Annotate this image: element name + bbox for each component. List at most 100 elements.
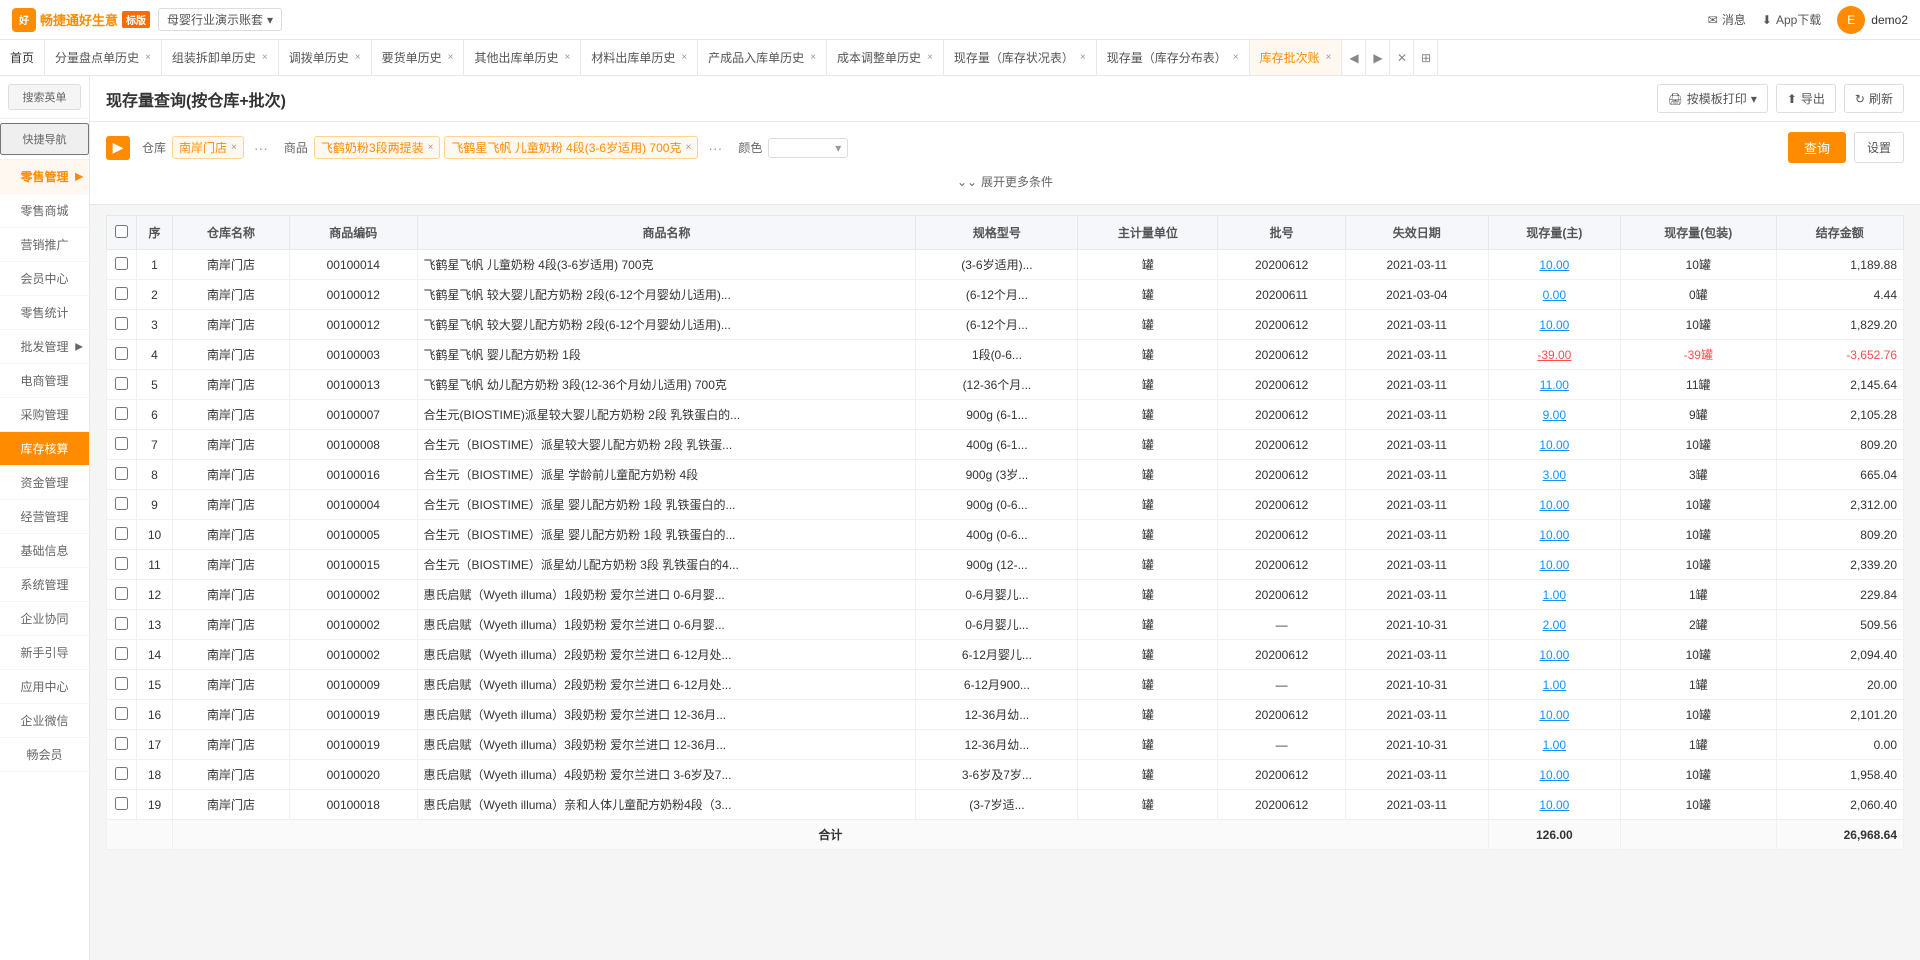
row-checkbox[interactable] (107, 460, 137, 490)
industry-select[interactable]: 母婴行业演示账套 ▾ (158, 8, 282, 31)
row-select-checkbox[interactable] (115, 707, 128, 720)
tab-close-icon[interactable]: × (448, 52, 454, 63)
row-checkbox[interactable] (107, 340, 137, 370)
row-select-checkbox[interactable] (115, 317, 128, 330)
settings-button[interactable]: 设置 (1854, 132, 1904, 163)
row-checkbox[interactable] (107, 250, 137, 280)
print-button[interactable]: 🖨 按模板打印 ▾ (1657, 84, 1768, 113)
sidebar-item-wholesale-mgmt[interactable]: 批发管理 ▶ (0, 330, 89, 364)
export-button[interactable]: ⬆ 导出 (1776, 84, 1836, 113)
tab-close-icon[interactable]: × (1080, 52, 1086, 63)
remove-product-icon[interactable]: × (428, 142, 434, 153)
row-stock-main[interactable]: 10.00 (1488, 520, 1620, 550)
row-select-checkbox[interactable] (115, 407, 128, 420)
sidebar-item-basic-info[interactable]: 基础信息 (0, 534, 89, 568)
sidebar-item-newbie-guide[interactable]: 新手引导 (0, 636, 89, 670)
row-stock-main[interactable]: 10.00 (1488, 430, 1620, 460)
filter-expand-button[interactable]: ▶ (106, 136, 130, 160)
row-stock-main[interactable]: 10.00 (1488, 490, 1620, 520)
row-checkbox[interactable] (107, 550, 137, 580)
row-select-checkbox[interactable] (115, 347, 128, 360)
row-stock-main[interactable]: 10.00 (1488, 550, 1620, 580)
row-select-checkbox[interactable] (115, 497, 128, 510)
row-stock-main[interactable]: 2.00 (1488, 610, 1620, 640)
tab-1[interactable]: 分量盘点单历史 × (45, 40, 162, 76)
row-checkbox[interactable] (107, 520, 137, 550)
row-checkbox[interactable] (107, 790, 137, 820)
sidebar-item-ecommerce[interactable]: 电商管理 (0, 364, 89, 398)
row-select-checkbox[interactable] (115, 767, 128, 780)
sidebar-item-purchase-mgmt[interactable]: 采购管理 (0, 398, 89, 432)
tab-close-icon[interactable]: × (145, 52, 151, 63)
tab-close-icon[interactable]: × (1326, 52, 1332, 63)
tab-close-icon[interactable]: × (262, 52, 268, 63)
expand-conditions-button[interactable]: ⌄⌄ 展开更多条件 (106, 169, 1904, 194)
row-stock-main[interactable]: 1.00 (1488, 670, 1620, 700)
quick-nav-button[interactable]: 快捷导航 (0, 123, 89, 155)
sidebar-item-marketing[interactable]: 营销推广 (0, 228, 89, 262)
sidebar-item-vip-member[interactable]: 畅会员 (0, 738, 89, 772)
tab-4[interactable]: 要货单历史 × (372, 40, 465, 76)
sidebar-item-system-mgmt[interactable]: 系统管理 (0, 568, 89, 602)
download-action[interactable]: ⬇ App下载 (1762, 11, 1821, 28)
sidebar-item-app-center[interactable]: 应用中心 (0, 670, 89, 704)
tab-next-btn[interactable]: ▶ (1366, 40, 1390, 76)
tab-close-icon[interactable]: × (1233, 52, 1239, 63)
refresh-button[interactable]: ↻ 刷新 (1844, 84, 1904, 113)
row-select-checkbox[interactable] (115, 467, 128, 480)
row-checkbox[interactable] (107, 610, 137, 640)
sidebar-item-operations[interactable]: 经营管理 (0, 500, 89, 534)
product-more-button[interactable]: ··· (704, 140, 726, 156)
row-stock-main[interactable]: 10.00 (1488, 700, 1620, 730)
tab-close-icon[interactable]: × (564, 52, 570, 63)
row-select-checkbox[interactable] (115, 647, 128, 660)
tab-8[interactable]: 成本调整单历史 × (827, 40, 944, 76)
sidebar-item-member-center[interactable]: 会员中心 (0, 262, 89, 296)
row-checkbox[interactable] (107, 490, 137, 520)
row-stock-main[interactable]: 10.00 (1488, 640, 1620, 670)
warehouse-more-button[interactable]: ··· (250, 140, 272, 156)
sidebar-item-retail-mall[interactable]: 零售商城 (0, 194, 89, 228)
row-stock-main[interactable]: 1.00 (1488, 730, 1620, 760)
row-checkbox[interactable] (107, 700, 137, 730)
row-checkbox[interactable] (107, 760, 137, 790)
row-checkbox[interactable] (107, 580, 137, 610)
tab-close-icon[interactable]: × (355, 52, 361, 63)
tab-11[interactable]: 库存批次账 × (1250, 40, 1343, 76)
row-checkbox[interactable] (107, 670, 137, 700)
tab-6[interactable]: 材料出库单历史 × (581, 40, 698, 76)
row-checkbox[interactable] (107, 400, 137, 430)
sidebar-item-retail-stats[interactable]: 零售统计 (0, 296, 89, 330)
row-stock-main[interactable]: 10.00 (1488, 250, 1620, 280)
row-select-checkbox[interactable] (115, 677, 128, 690)
tab-close-all-btn[interactable]: ✕ (1390, 40, 1414, 76)
tab-close-icon[interactable]: × (681, 52, 687, 63)
user-info[interactable]: E demo2 (1837, 6, 1908, 34)
remove-product-icon[interactable]: × (685, 142, 691, 153)
search-single-button[interactable]: 搜索英单 (8, 84, 81, 110)
row-stock-main[interactable]: 9.00 (1488, 400, 1620, 430)
message-action[interactable]: ✉ 消息 (1708, 11, 1746, 28)
row-select-checkbox[interactable] (115, 377, 128, 390)
row-select-checkbox[interactable] (115, 617, 128, 630)
tab-close-icon[interactable]: × (927, 52, 933, 63)
sidebar-item-retail-mgmt[interactable]: 零售管理 ▶ (0, 160, 89, 194)
query-button[interactable]: 查询 (1788, 132, 1846, 163)
row-select-checkbox[interactable] (115, 527, 128, 540)
row-stock-main[interactable]: 10.00 (1488, 760, 1620, 790)
sidebar-item-finance[interactable]: 资金管理 (0, 466, 89, 500)
row-stock-main[interactable]: 11.00 (1488, 370, 1620, 400)
tab-10[interactable]: 现存量（库存分布表） × (1097, 40, 1250, 76)
tab-3[interactable]: 调拨单历史 × (279, 40, 372, 76)
th-checkbox[interactable] (107, 216, 137, 250)
tab-5[interactable]: 其他出库单历史 × (464, 40, 581, 76)
row-stock-main[interactable]: 10.00 (1488, 310, 1620, 340)
tab-expand-btn[interactable]: ⊞ (1414, 40, 1438, 76)
tab-9[interactable]: 现存量（库存状况表） × (944, 40, 1097, 76)
tab-prev-btn[interactable]: ◀ (1342, 40, 1366, 76)
tab-home[interactable]: 首页 (0, 40, 45, 76)
row-stock-main[interactable]: 1.00 (1488, 580, 1620, 610)
row-stock-main[interactable]: 3.00 (1488, 460, 1620, 490)
row-checkbox[interactable] (107, 640, 137, 670)
row-select-checkbox[interactable] (115, 257, 128, 270)
